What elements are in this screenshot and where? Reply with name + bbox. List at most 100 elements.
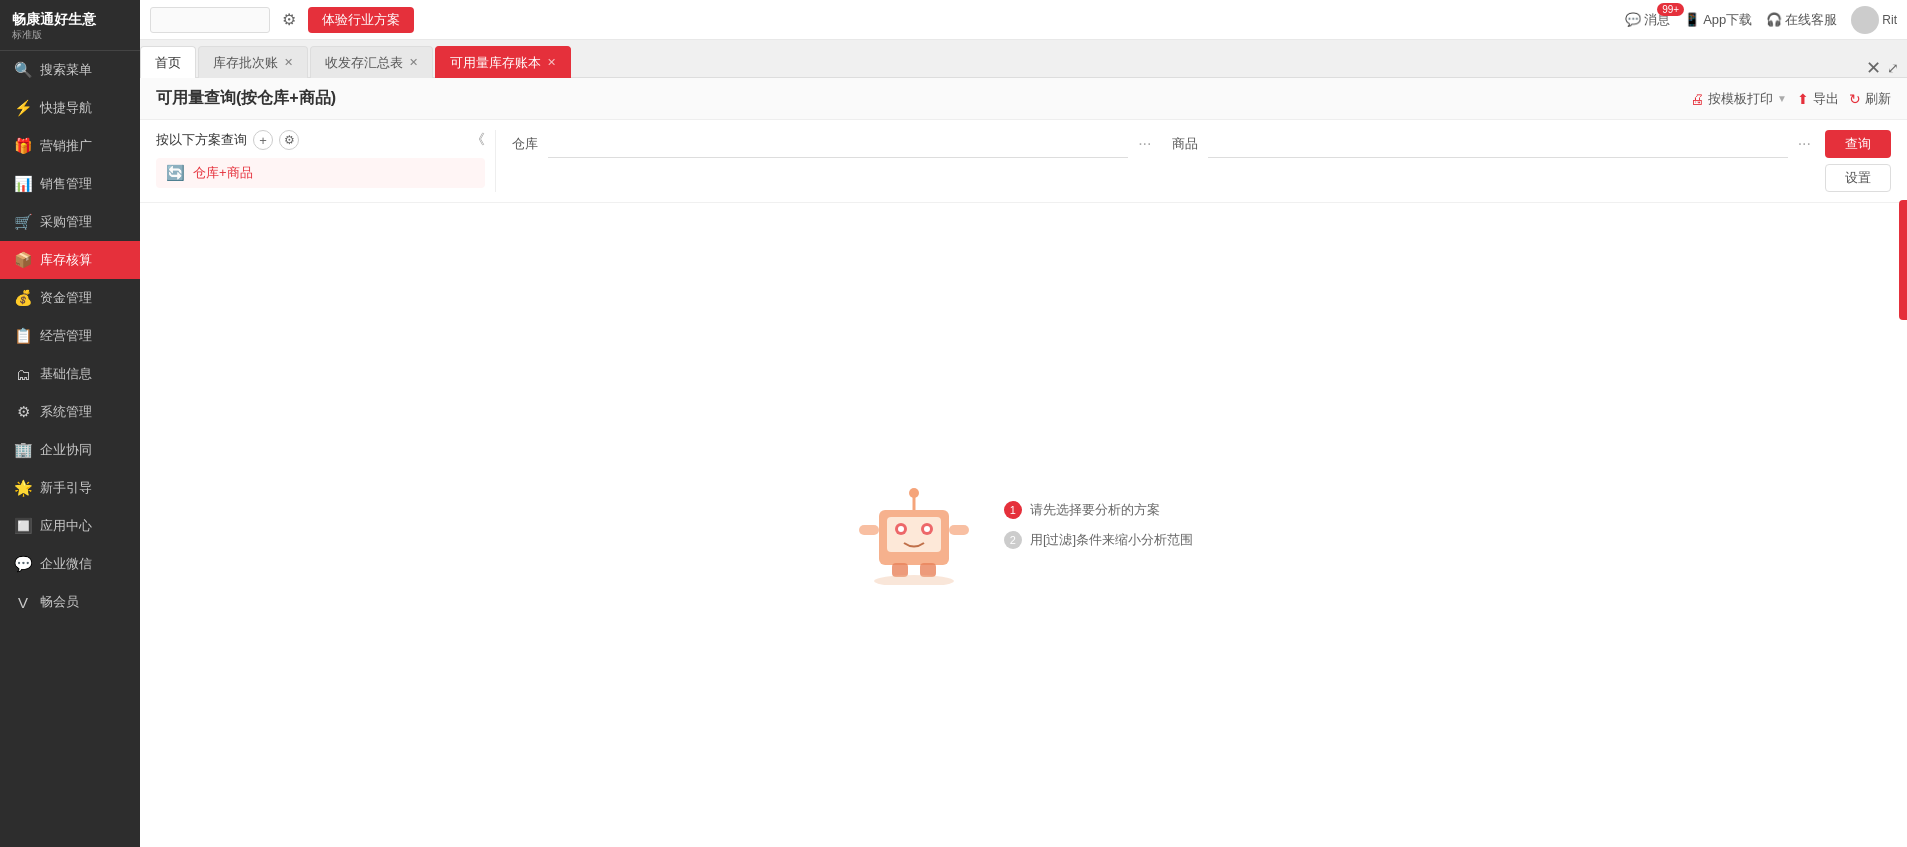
action-buttons: 查询 设置 bbox=[1815, 130, 1891, 192]
sidebar-icon-enterprise: 🏢 bbox=[14, 441, 32, 459]
settings-button[interactable]: 设置 bbox=[1825, 164, 1891, 192]
sidebar-item-wechat[interactable]: 💬企业微信 bbox=[0, 545, 140, 583]
goods-label: 商品 bbox=[1172, 135, 1202, 153]
sidebar-icon-app-center: 🔲 bbox=[14, 517, 32, 535]
message-icon: 💬 bbox=[1625, 12, 1641, 27]
tab-expand-icon[interactable]: ⤢ bbox=[1887, 60, 1899, 76]
scheme-warehouse-goods[interactable]: 🔄 仓库+商品 bbox=[156, 158, 485, 188]
warehouse-more-icon[interactable]: ··· bbox=[1134, 135, 1155, 153]
app-download-label: App下载 bbox=[1703, 11, 1752, 29]
sidebar-item-system[interactable]: ⚙系统管理 bbox=[0, 393, 140, 431]
tab-collect-summary[interactable]: 收发存汇总表 ✕ bbox=[310, 46, 433, 78]
print-label: 按模板打印 bbox=[1708, 90, 1773, 108]
filter-left: 按以下方案查询 + ⚙ 《 🔄 仓库+商品 bbox=[156, 130, 496, 192]
export-icon: ⬆ bbox=[1797, 91, 1809, 107]
sidebar-label-app-center: 应用中心 bbox=[40, 517, 92, 535]
tab-close-collect-summary[interactable]: ✕ bbox=[409, 56, 418, 69]
refresh-icon: ↻ bbox=[1849, 91, 1861, 107]
svg-rect-9 bbox=[949, 525, 969, 535]
sidebar-icon-marketing-promo: 🎁 bbox=[14, 137, 32, 155]
sidebar-item-inventory[interactable]: 📦 库存核算 bbox=[0, 241, 140, 279]
scheme-label: 按以下方案查询 bbox=[156, 131, 247, 149]
goods-more-icon[interactable]: ··· bbox=[1794, 135, 1815, 153]
scheme-warehouse-goods-label: 仓库+商品 bbox=[193, 164, 253, 182]
tab-batch-account[interactable]: 库存批次账 ✕ bbox=[198, 46, 308, 78]
tip-num-1: 1 bbox=[1004, 501, 1022, 519]
sidebar-icon-system: ⚙ bbox=[14, 403, 32, 421]
goods-input[interactable] bbox=[1208, 130, 1788, 158]
tip-num-2: 2 bbox=[1004, 531, 1022, 549]
sidebar-label-basic-info: 基础信息 bbox=[40, 365, 92, 383]
tip-text-1: 请先选择要分析的方案 bbox=[1030, 501, 1160, 519]
sidebar-label-search: 搜索菜单 bbox=[40, 61, 92, 79]
sidebar-item-app-center[interactable]: 🔲 应用中心 bbox=[0, 507, 140, 545]
sidebar-icon-shortcut: ⚡ bbox=[14, 99, 32, 117]
sidebar-item-finance[interactable]: 💰资金管理 bbox=[0, 279, 140, 317]
logo-sub: 标准版 bbox=[12, 28, 128, 42]
tab-close-all-icon[interactable]: ✕ bbox=[1866, 59, 1881, 77]
sidebar-item-sales[interactable]: 📊销售管理 bbox=[0, 165, 140, 203]
sidebar-icon-member: V bbox=[14, 594, 32, 611]
collapse-icon[interactable]: 《 bbox=[471, 131, 485, 149]
warehouse-field: 仓库 ··· bbox=[512, 130, 1156, 158]
sidebar-item-member[interactable]: V 畅会员 bbox=[0, 583, 140, 621]
svg-rect-8 bbox=[859, 525, 879, 535]
sidebar-label-enterprise: 企业协同 bbox=[40, 441, 92, 459]
search-input[interactable] bbox=[150, 7, 270, 33]
phone-icon: 📱 bbox=[1684, 12, 1700, 27]
sidebar-icon-purchase: 🛒 bbox=[14, 213, 32, 231]
empty-state: 1 请先选择要分析的方案 2 用[过滤]条件来缩小分析范围 bbox=[140, 203, 1907, 847]
tab-close-batch-account[interactable]: ✕ bbox=[284, 56, 293, 69]
query-button[interactable]: 查询 bbox=[1825, 130, 1891, 158]
app-download-item[interactable]: 📱 App下载 bbox=[1684, 11, 1752, 29]
tab-home[interactable]: 首页 bbox=[140, 46, 196, 78]
svg-point-5 bbox=[924, 526, 930, 532]
sidebar-label-member: 畅会员 bbox=[40, 593, 79, 611]
sidebar-label-operations: 经营管理 bbox=[40, 327, 92, 345]
message-badge: 99+ bbox=[1657, 3, 1684, 16]
sidebar-icon-sales: 📊 bbox=[14, 175, 32, 193]
scheme-settings-icon[interactable]: ⚙ bbox=[279, 130, 299, 150]
refresh-button[interactable]: ↻ 刷新 bbox=[1849, 90, 1891, 108]
tab-close-available-qty[interactable]: ✕ bbox=[547, 56, 556, 69]
add-scheme-button[interactable]: + bbox=[253, 130, 273, 150]
headset-icon: 🎧 bbox=[1766, 12, 1782, 27]
message-item[interactable]: 💬 消息 99+ bbox=[1625, 11, 1670, 29]
gear-icon[interactable]: ⚙ bbox=[278, 6, 300, 33]
export-button[interactable]: ⬆ 导出 bbox=[1797, 90, 1839, 108]
main-area: ⚙ 体验行业方案 💬 消息 99+ 📱 App下载 🎧 在线客服 Rit bbox=[140, 0, 1907, 847]
filter-row-1: 仓库 ··· 商品 ··· bbox=[512, 130, 1815, 158]
topbar: ⚙ 体验行业方案 💬 消息 99+ 📱 App下载 🎧 在线客服 Rit bbox=[140, 0, 1907, 40]
online-service-item[interactable]: 🎧 在线客服 bbox=[1766, 11, 1837, 29]
sidebar-item-search[interactable]: 🔍搜索菜单 bbox=[0, 51, 140, 89]
sidebar-label-purchase: 采购管理 bbox=[40, 213, 92, 231]
warehouse-goods-icon: 🔄 bbox=[166, 164, 185, 182]
warehouse-label: 仓库 bbox=[512, 135, 542, 153]
sidebar-scroll: 🔍搜索菜单⚡快捷导航🎁营销推广📊销售管理 🛒 采购管理 📦 库存核算 💰资金管理📋经营管理… bbox=[0, 51, 140, 847]
sidebar-item-basic-info[interactable]: 🗂 基础信息 bbox=[0, 355, 140, 393]
svg-point-7 bbox=[909, 488, 919, 498]
sidebar-item-shortcut[interactable]: ⚡快捷导航 bbox=[0, 89, 140, 127]
filter-scheme-header: 按以下方案查询 + ⚙ 《 bbox=[156, 130, 485, 150]
tab-available-qty[interactable]: 可用量库存账本✕ bbox=[435, 46, 571, 78]
user-item[interactable]: Rit bbox=[1851, 6, 1897, 34]
sidebar-item-newbie[interactable]: 🌟新手引导 bbox=[0, 469, 140, 507]
sidebar-icon-inventory: 📦 bbox=[14, 251, 32, 269]
sidebar-item-enterprise[interactable]: 🏢 企业协同 bbox=[0, 431, 140, 469]
tab-label-collect-summary: 收发存汇总表 bbox=[325, 54, 403, 72]
avatar bbox=[1851, 6, 1879, 34]
tab-label-batch-account: 库存批次账 bbox=[213, 54, 278, 72]
sidebar-item-marketing-promo[interactable]: 🎁营销推广 bbox=[0, 127, 140, 165]
topbar-search bbox=[150, 7, 270, 33]
empty-tip-1: 1 请先选择要分析的方案 bbox=[1004, 501, 1193, 519]
sidebar-label-newbie: 新手引导 bbox=[40, 479, 92, 497]
trial-button[interactable]: 体验行业方案 bbox=[308, 7, 414, 33]
sidebar-icon-basic-info: 🗂 bbox=[14, 366, 32, 383]
sidebar-icon-finance: 💰 bbox=[14, 289, 32, 307]
print-button[interactable]: 🖨 按模板打印 ▼ bbox=[1690, 90, 1787, 108]
warehouse-input[interactable] bbox=[548, 130, 1128, 158]
sidebar: 畅康通好生意 标准版 🔍搜索菜单⚡快捷导航🎁营销推广📊销售管理🛒采购管理📦库存核… bbox=[0, 0, 140, 847]
sidebar-label-inventory: 库存核算 bbox=[40, 251, 92, 269]
sidebar-item-purchase[interactable]: 🛒 采购管理 bbox=[0, 203, 140, 241]
sidebar-item-operations[interactable]: 📋经营管理 bbox=[0, 317, 140, 355]
